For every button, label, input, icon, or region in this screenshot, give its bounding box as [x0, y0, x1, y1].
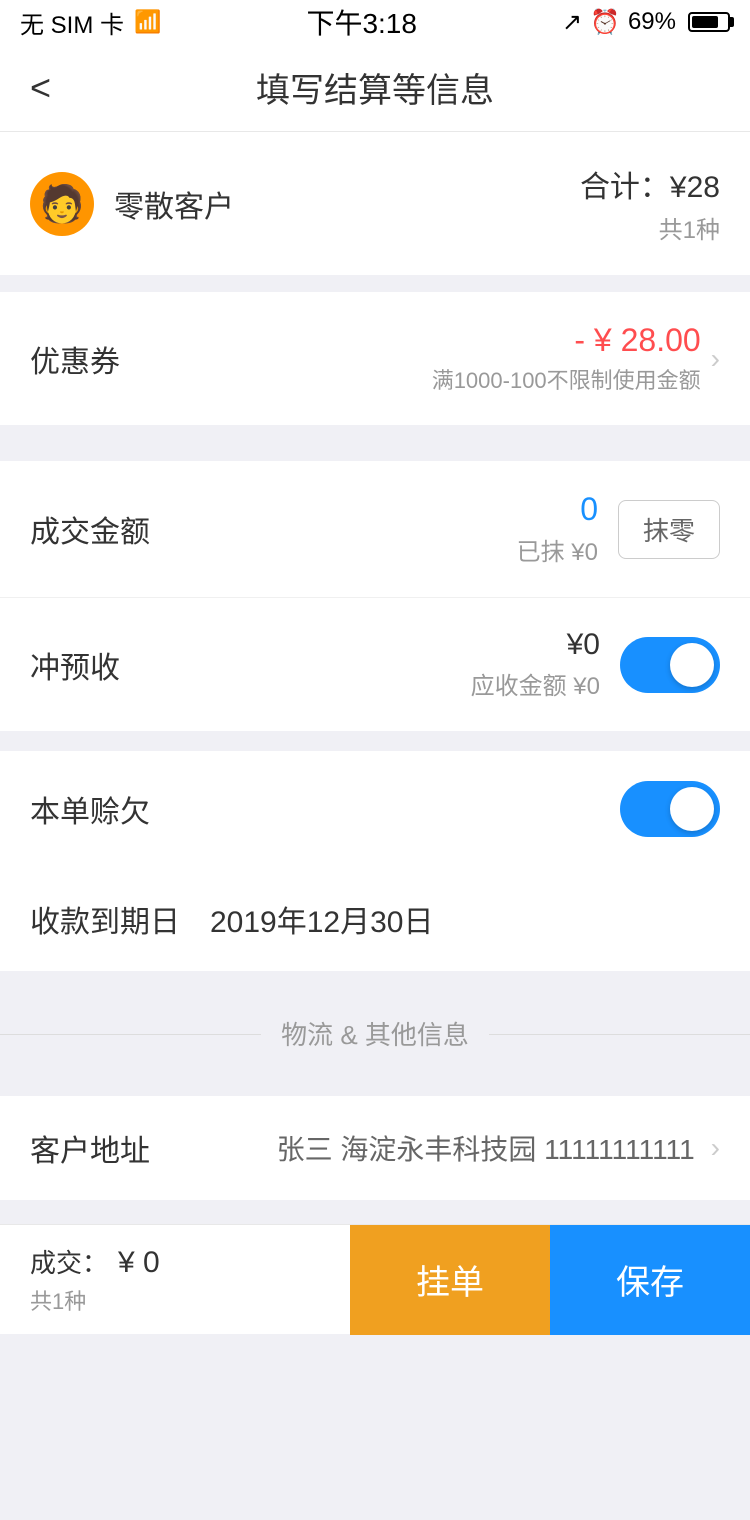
battery-percent: 69% [628, 8, 676, 36]
divider-1 [0, 441, 750, 461]
coupon-desc: 满1000-100不限制使用金额 [432, 363, 701, 395]
debt-row: 本单赊欠 [0, 751, 750, 867]
address-chevron-icon: › [711, 1132, 720, 1164]
wifi-icon: 📶 [134, 9, 161, 35]
chevron-right-icon: › [711, 343, 720, 375]
pre-amount-sub: 应收金额 ¥0 [471, 666, 600, 701]
due-date-row: 收款到期日 2019年12月30日 [0, 867, 750, 971]
location-icon: ↗ [562, 8, 582, 37]
address-value: 张三 海淀永丰科技园 11111111111 [166, 1128, 695, 1168]
logistics-header-text: 物流 & 其他信息 [261, 1015, 489, 1052]
back-icon: < [30, 67, 51, 109]
coupon-section[interactable]: 优惠券 - ¥ 28.00 满1000-100不限制使用金额 › [0, 291, 750, 425]
customer-left: 🧑 零散客户 [30, 172, 234, 236]
pre-amount-value: ¥0 [471, 628, 600, 662]
address-label: 客户地址 [30, 1126, 150, 1170]
back-button[interactable]: < [30, 67, 90, 109]
bottom-summary-amount: ¥ 0 [118, 1246, 160, 1280]
status-bar: 无 SIM 卡 📶 下午3:18 ↗ ⏰ 69% [0, 0, 750, 44]
pre-receive-toggle[interactable] [620, 637, 720, 693]
deal-amount-input-area: 0 已抹 ¥0 [517, 491, 598, 567]
save-button[interactable]: 保存 [550, 1225, 750, 1335]
pre-receive-right: ¥0 应收金额 ¥0 [471, 628, 720, 701]
bottom-summary: 成交： ¥ 0 共1种 [0, 1243, 350, 1316]
pre-receive-row: 冲预收 ¥0 应收金额 ¥0 [0, 598, 750, 731]
divider-2 [0, 731, 750, 751]
nav-bar: < 填写结算等信息 [0, 44, 750, 132]
debt-toggle-knob [670, 787, 714, 831]
deal-amount-section: 成交金额 0 已抹 ¥0 抹零 冲预收 ¥0 应收金额 ¥0 [0, 461, 750, 731]
deal-amount-value[interactable]: 0 [517, 491, 598, 528]
address-row[interactable]: 客户地址 张三 海淀永丰科技园 11111111111 › [0, 1096, 750, 1200]
deal-amount-label: 成交金额 [30, 507, 150, 551]
logistics-header: 物流 & 其他信息 [0, 991, 750, 1076]
coupon-label: 优惠券 [30, 337, 120, 381]
customer-avatar: 🧑 [30, 172, 94, 236]
customer-section: 🧑 零散客户 合计：¥28 共1种 [0, 132, 750, 275]
hang-order-button[interactable]: 挂单 [350, 1225, 550, 1335]
deal-amount-row: 成交金额 0 已抹 ¥0 抹零 [0, 461, 750, 598]
due-date-label: 收款到期日 [30, 897, 180, 941]
total-amount: 合计：¥28 [580, 162, 720, 206]
customer-right: 合计：¥28 共1种 [580, 162, 720, 245]
coupon-amount: - ¥ 28.00 [432, 322, 701, 359]
round-down-button[interactable]: 抹零 [618, 500, 720, 559]
coupon-info: - ¥ 28.00 满1000-100不限制使用金额 [432, 322, 701, 395]
sim-status: 无 SIM 卡 [20, 5, 124, 40]
bottom-summary-label: 成交： [30, 1243, 108, 1280]
pre-amount-area: ¥0 应收金额 ¥0 [471, 628, 600, 701]
divider-3 [0, 971, 750, 991]
due-date-value: 2019年12月30日 [210, 897, 433, 941]
avatar-icon: 🧑 [40, 183, 85, 225]
status-left: 无 SIM 卡 📶 [20, 5, 161, 40]
total-count: 共1种 [580, 210, 720, 245]
deal-amount-right: 0 已抹 ¥0 抹零 [517, 491, 720, 567]
alarm-icon: ⏰ [590, 8, 620, 37]
deal-amount-sub: 已抹 ¥0 [517, 532, 598, 567]
divider-4 [0, 1076, 750, 1096]
bottom-summary-title: 成交： ¥ 0 [30, 1243, 320, 1280]
status-right: ↗ ⏰ 69% [562, 8, 730, 37]
toggle-knob [670, 643, 714, 687]
page-title: 填写结算等信息 [90, 63, 660, 112]
bottom-summary-count: 共1种 [30, 1284, 320, 1316]
customer-name: 零散客户 [114, 182, 234, 226]
battery-icon [688, 12, 730, 32]
pre-receive-label: 冲预收 [30, 643, 120, 687]
debt-label: 本单赊欠 [30, 787, 150, 831]
bottom-bar: 成交： ¥ 0 共1种 挂单 保存 [0, 1224, 750, 1334]
status-time: 下午3:18 [306, 2, 417, 42]
debt-toggle[interactable] [620, 781, 720, 837]
coupon-right: - ¥ 28.00 满1000-100不限制使用金额 › [432, 322, 720, 395]
